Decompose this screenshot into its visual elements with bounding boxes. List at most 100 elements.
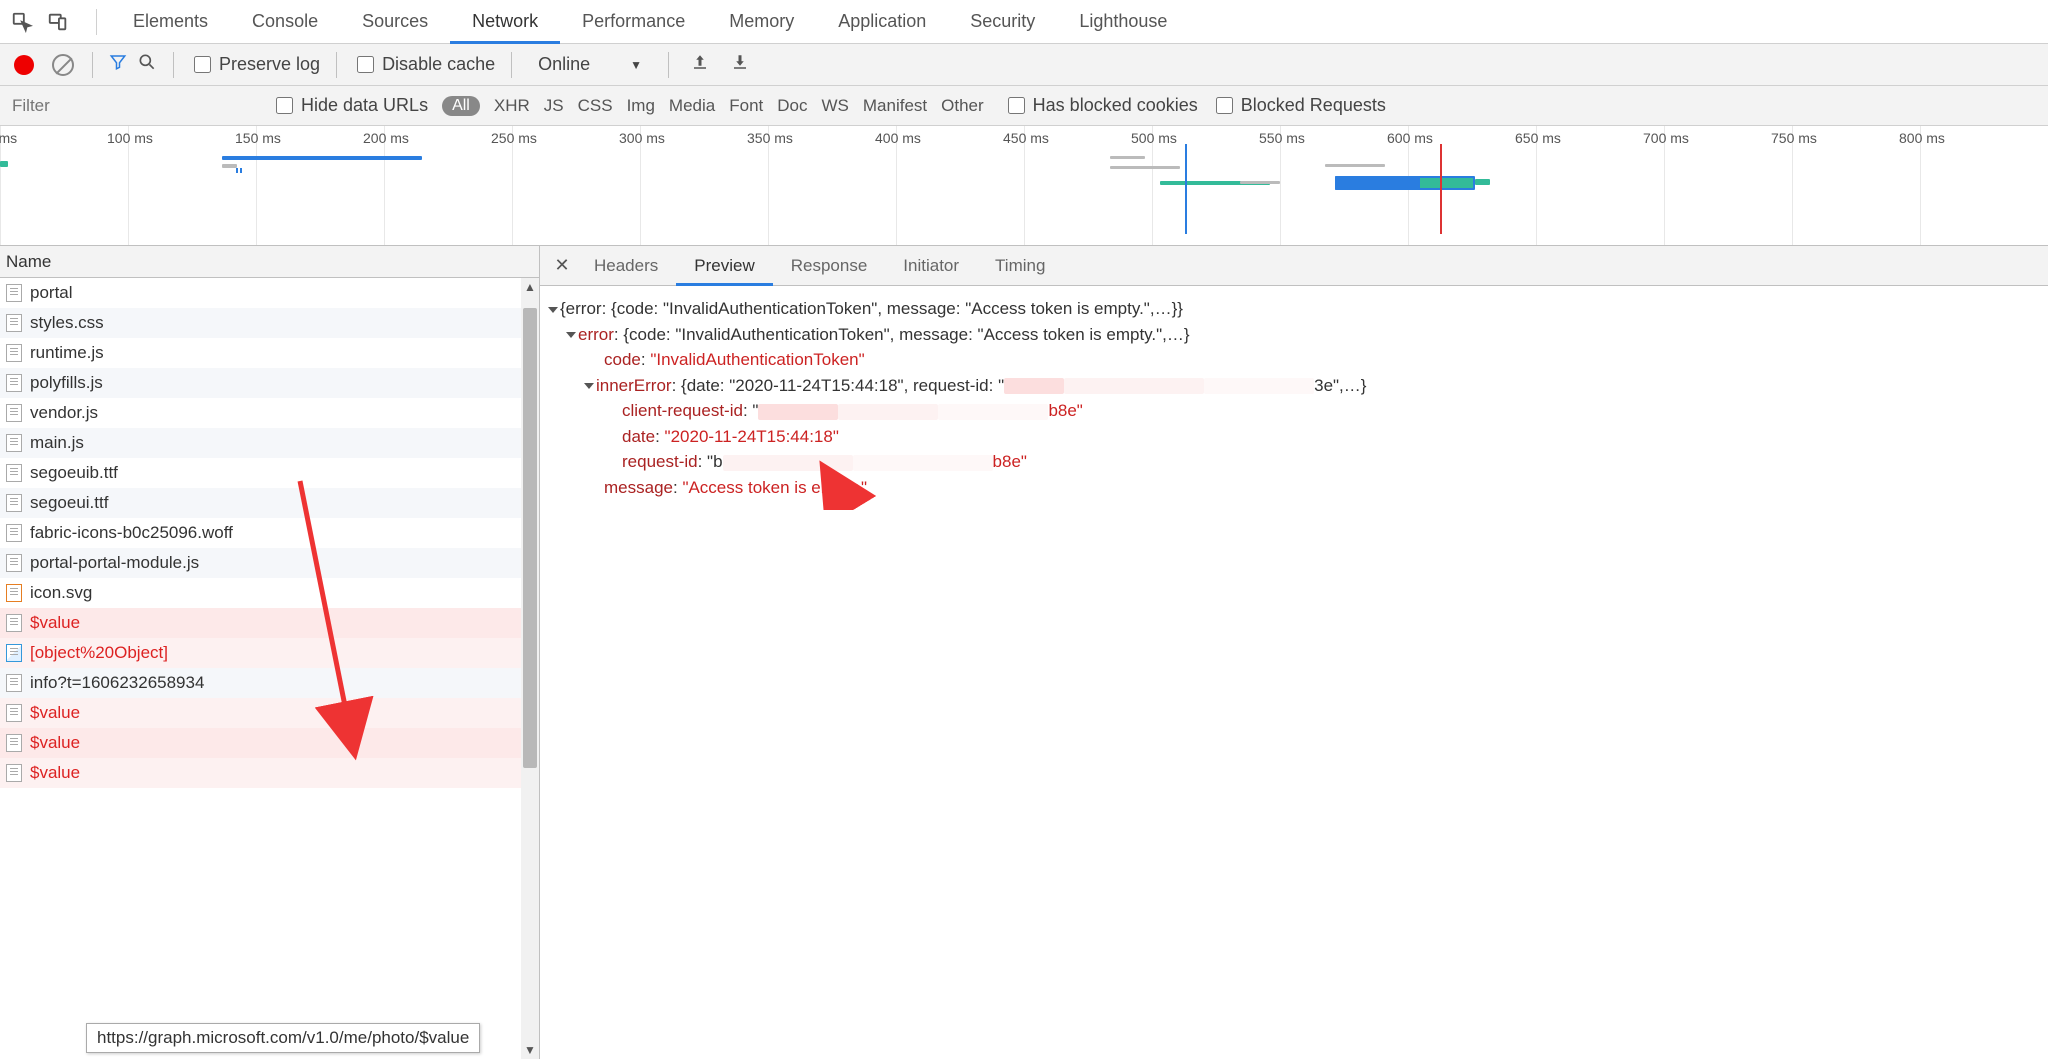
record-button[interactable] — [14, 55, 34, 75]
filter-doc[interactable]: Doc — [777, 96, 807, 116]
filter-manifest[interactable]: Manifest — [863, 96, 927, 116]
close-icon[interactable]: ✕ — [548, 255, 576, 276]
file-icon — [6, 314, 22, 332]
file-icon — [6, 284, 22, 302]
request-name: icon.svg — [30, 583, 92, 603]
main-split: Name portal styles.css runtime.js polyfills… — [0, 246, 2048, 1059]
filter-input[interactable] — [8, 92, 258, 120]
request-row[interactable]: segoeui.ttf — [0, 488, 539, 518]
file-icon — [6, 494, 22, 512]
filter-toggle-icon[interactable] — [109, 53, 127, 76]
network-toolbar: Preserve log Disable cache Online▼ — [0, 44, 2048, 86]
filter-font[interactable]: Font — [729, 96, 763, 116]
request-row[interactable]: icon.svg — [0, 578, 539, 608]
request-name: portal-portal-module.js — [30, 553, 199, 573]
tab-application[interactable]: Application — [816, 0, 948, 44]
request-name: main.js — [30, 433, 84, 453]
blocked-cookies-checkbox[interactable]: Has blocked cookies — [1008, 95, 1198, 116]
tab-initiator[interactable]: Initiator — [885, 246, 977, 286]
request-list-panel: Name portal styles.css runtime.js polyfills… — [0, 246, 540, 1059]
file-icon — [6, 374, 22, 392]
request-name: styles.css — [30, 313, 104, 333]
tab-network[interactable]: Network — [450, 0, 560, 44]
filter-ws[interactable]: WS — [822, 96, 849, 116]
tab-elements[interactable]: Elements — [111, 0, 230, 44]
throttling-select[interactable]: Online▼ — [528, 54, 652, 75]
file-icon — [6, 434, 22, 452]
name-column-header[interactable]: Name — [0, 246, 539, 278]
tab-headers[interactable]: Headers — [576, 246, 676, 286]
request-name: $value — [30, 703, 80, 723]
export-har-icon[interactable] — [725, 53, 755, 77]
request-row[interactable]: info?t=1606232658934 — [0, 668, 539, 698]
request-name: polyfills.js — [30, 373, 103, 393]
detail-panel: ✕ Headers Preview Response Initiator Tim… — [540, 246, 2048, 1059]
request-row[interactable]: $value — [0, 728, 539, 758]
file-icon — [6, 734, 22, 752]
file-icon — [6, 524, 22, 542]
request-row[interactable]: portal — [0, 278, 539, 308]
hide-data-urls-checkbox[interactable]: Hide data URLs — [276, 95, 428, 116]
inspect-icon[interactable] — [10, 10, 34, 34]
preserve-log-checkbox[interactable]: Preserve log — [194, 54, 320, 75]
request-name: fabric-icons-b0c25096.woff — [30, 523, 233, 543]
tab-performance[interactable]: Performance — [560, 0, 707, 44]
request-name: $value — [30, 763, 80, 783]
request-row[interactable]: fabric-icons-b0c25096.woff — [0, 518, 539, 548]
response-preview[interactable]: {error: {code: "InvalidAuthenticationTok… — [540, 286, 2048, 510]
file-icon — [6, 614, 22, 632]
file-icon — [6, 644, 22, 662]
blocked-requests-checkbox[interactable]: Blocked Requests — [1216, 95, 1386, 116]
tab-timing[interactable]: Timing — [977, 246, 1063, 286]
request-row[interactable]: $value — [0, 758, 539, 788]
request-name: $value — [30, 613, 80, 633]
tab-security[interactable]: Security — [948, 0, 1057, 44]
import-har-icon[interactable] — [685, 53, 715, 77]
request-name: info?t=1606232658934 — [30, 673, 204, 693]
request-row[interactable]: runtime.js — [0, 338, 539, 368]
filter-js[interactable]: JS — [544, 96, 564, 116]
request-row[interactable]: [object%20Object] — [0, 638, 539, 668]
tab-memory[interactable]: Memory — [707, 0, 816, 44]
request-name: $value — [30, 733, 80, 753]
file-icon — [6, 704, 22, 722]
filter-xhr[interactable]: XHR — [494, 96, 530, 116]
divider — [96, 9, 97, 35]
search-icon[interactable] — [137, 52, 157, 77]
filter-media[interactable]: Media — [669, 96, 715, 116]
scrollbar[interactable]: ▲ ▼ — [521, 278, 539, 1059]
request-row[interactable]: styles.css — [0, 308, 539, 338]
tab-console[interactable]: Console — [230, 0, 340, 44]
tab-lighthouse[interactable]: Lighthouse — [1057, 0, 1189, 44]
request-row[interactable]: vendor.js — [0, 398, 539, 428]
filter-other[interactable]: Other — [941, 96, 984, 116]
request-row[interactable]: segoeuib.ttf — [0, 458, 539, 488]
disable-cache-checkbox[interactable]: Disable cache — [357, 54, 495, 75]
tab-preview[interactable]: Preview — [676, 246, 772, 286]
file-icon — [6, 464, 22, 482]
file-icon — [6, 674, 22, 692]
request-name: segoeuib.ttf — [30, 463, 118, 483]
request-row[interactable]: polyfills.js — [0, 368, 539, 398]
device-toggle-icon[interactable] — [46, 10, 70, 34]
filter-bar: Hide data URLs All XHR JS CSS Img Media … — [0, 86, 2048, 126]
tab-response[interactable]: Response — [773, 246, 886, 286]
tab-sources[interactable]: Sources — [340, 0, 450, 44]
url-tooltip: https://graph.microsoft.com/v1.0/me/phot… — [86, 1023, 480, 1053]
request-name: runtime.js — [30, 343, 104, 363]
file-icon — [6, 554, 22, 572]
filter-img[interactable]: Img — [627, 96, 655, 116]
file-icon — [6, 344, 22, 362]
request-name: portal — [30, 283, 73, 303]
request-name: [object%20Object] — [30, 643, 168, 663]
request-row[interactable]: $value — [0, 608, 539, 638]
clear-icon[interactable] — [52, 54, 74, 76]
request-name: segoeui.ttf — [30, 493, 108, 513]
request-row[interactable]: main.js — [0, 428, 539, 458]
waterfall-timeline[interactable]: 50 ms100 ms150 ms200 ms250 ms300 ms350 m… — [0, 126, 2048, 246]
filter-css[interactable]: CSS — [578, 96, 613, 116]
request-row[interactable]: portal-portal-module.js — [0, 548, 539, 578]
file-icon — [6, 404, 22, 422]
filter-all[interactable]: All — [442, 96, 480, 116]
request-row[interactable]: $value — [0, 698, 539, 728]
